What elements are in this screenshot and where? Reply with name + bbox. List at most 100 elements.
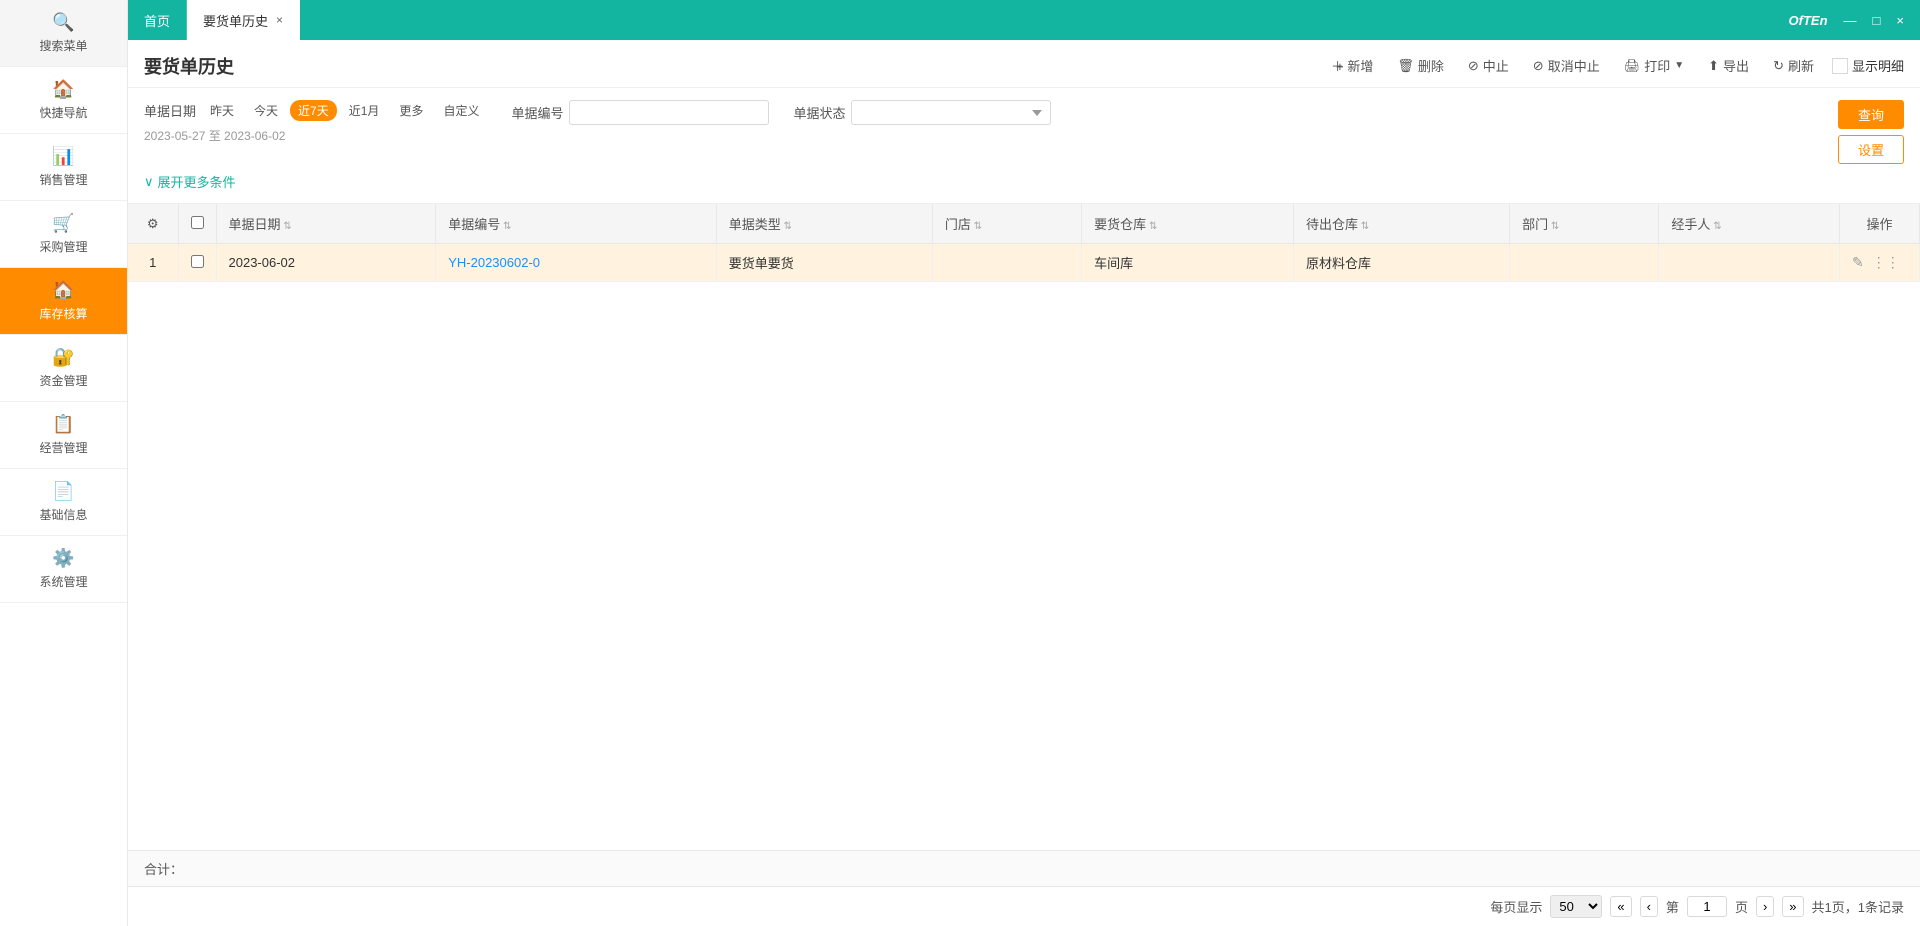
date-filter-item: 单据日期 昨天 今天 近7天 近1月 更多 自定义 [144,100,487,121]
sidebar-item-finance[interactable]: 🔐 资金管理 [0,335,127,402]
sidebar-item-sales[interactable]: 📊 销售管理 [0,134,127,201]
print-icon: 🖨 [1624,58,1641,74]
page-title: 要货单历史 [144,53,234,79]
search-icon: 🔍 [52,12,74,33]
date-filter-col: 单据日期 昨天 今天 近7天 近1月 更多 自定义 2023-05-27 至 2… [144,100,487,144]
sidebar-item-label: 系统管理 [39,573,87,590]
delete-icon: 🗑 [1397,58,1414,74]
col-department[interactable]: 部门 [1510,204,1659,244]
delete-button[interactable]: 🗑 删除 [1391,52,1450,79]
chip-more[interactable]: 更多 [391,100,431,121]
row-checkbox[interactable] [191,255,204,268]
sidebar: 🔍 搜索菜单 🏠 快捷导航 📊 销售管理 🛒 采购管理 🏠 库存核算 🔐 资金管… [0,0,128,926]
expand-label: 展开更多条件 [158,172,236,191]
footer-summary: 合计： [128,850,1920,886]
expand-more[interactable]: ∨ 展开更多条件 [144,172,1904,191]
page-input[interactable] [1687,896,1727,917]
cancel-stop-label: 取消中止 [1548,56,1600,75]
date-range-text: 2023-05-27 至 2023-06-02 [144,127,487,144]
first-page-button[interactable]: « [1610,896,1631,917]
more-icon[interactable]: ⋮⋮ [1872,254,1900,271]
print-dropdown-icon[interactable]: ▼ [1674,60,1684,71]
table-row: 1 2023-06-02 YH-20230602-0 要货单要货 车间库 原材料… [128,244,1920,282]
window-minimize[interactable]: — [1844,13,1857,28]
cart-icon: 🛒 [52,213,74,234]
cancel-stop-button[interactable]: ⊘ 取消中止 [1527,52,1606,79]
chip-today[interactable]: 今天 [246,100,286,121]
sidebar-item-inventory[interactable]: 🏠 库存核算 [0,268,127,335]
tab-active[interactable]: 要货单历史 × [187,0,300,40]
col-req-warehouse[interactable]: 要货仓库 [1082,204,1294,244]
lock-icon: 🔐 [52,347,74,368]
col-operation: 操作 [1840,204,1920,244]
tab-active-label: 要货单历史 [203,11,268,30]
query-button[interactable]: 查询 [1838,100,1904,129]
tab-close-icon[interactable]: × [276,13,283,27]
chip-7days[interactable]: 近7天 [290,100,337,121]
per-page-label: 每页显示 [1490,897,1542,916]
prev-page-button[interactable]: ‹ [1640,896,1658,917]
export-icon: ⬆ [1708,58,1719,74]
doc-no-input[interactable] [569,100,769,125]
sidebar-item-label: 采购管理 [39,238,87,255]
cancel-stop-icon: ⊘ [1533,58,1544,74]
col-doc-type[interactable]: 单据类型 [716,204,932,244]
row-store [932,244,1081,282]
edit-icon[interactable]: ✎ [1852,254,1864,271]
chip-1month[interactable]: 近1月 [341,100,388,121]
col-doc-no[interactable]: 单据编号 [436,204,716,244]
col-doc-date[interactable]: 单据日期 [216,204,436,244]
refresh-button[interactable]: ↻ 刷新 [1767,52,1820,79]
gear-icon: ⚙️ [52,548,74,569]
sidebar-item-label: 基础信息 [39,506,87,523]
row-pending-warehouse: 原材料仓库 [1293,244,1509,282]
col-store[interactable]: 门店 [932,204,1081,244]
stop-label: 中止 [1483,56,1509,75]
chip-yesterday[interactable]: 昨天 [202,100,242,121]
row-doc-type: 要货单要货 [716,244,932,282]
page-suffix: 页 [1735,897,1748,916]
doc-no-link[interactable]: YH-20230602-0 [448,255,540,270]
toolbar: ＋ + 新增 🗑 删除 ⊘ 中止 ⊘ 取消中止 🖨 打印 [1325,52,1904,79]
brand-label: OfTEn [1789,13,1828,28]
row-handler [1659,244,1840,282]
print-button[interactable]: 🖨 打印 ▼ [1618,52,1690,79]
export-button[interactable]: ⬆ 导出 [1702,52,1755,79]
doc-no-filter: 单据编号 [511,100,769,125]
sidebar-item-search[interactable]: 🔍 搜索菜单 [0,0,127,67]
display-detail-toggle[interactable]: 显示明细 [1832,56,1904,75]
toggle-box[interactable] [1832,58,1848,74]
action-icons: ✎ ⋮⋮ [1852,254,1907,271]
per-page-select[interactable]: 50 10 20 100 [1550,895,1602,918]
col-pending-warehouse[interactable]: 待出仓库 [1293,204,1509,244]
window-close[interactable]: × [1896,13,1904,28]
tab-home[interactable]: 首页 [128,0,187,40]
doc-status-select[interactable] [851,100,1051,125]
col-handler[interactable]: 经手人 [1659,204,1840,244]
select-all-checkbox[interactable] [191,216,204,229]
setting-button[interactable]: 设置 [1838,135,1904,164]
chevron-down-icon: ∨ [144,174,154,190]
last-page-button[interactable]: » [1782,896,1803,917]
table-header-row: ⚙ 单据日期 单据编号 单据类型 门店 要货仓库 待出仓库 部门 经手人 操作 [128,204,1920,244]
sidebar-item-basic-info[interactable]: 📄 基础信息 [0,469,127,536]
sidebar-item-label: 库存核算 [39,305,87,322]
sidebar-item-system[interactable]: ⚙️ 系统管理 [0,536,127,603]
filter-group: 单据日期 昨天 今天 近7天 近1月 更多 自定义 2023-05-27 至 2… [144,100,1904,164]
stop-button[interactable]: ⊘ 中止 [1462,52,1515,79]
doc-status-label: 单据状态 [793,103,845,122]
tab-home-label: 首页 [144,11,170,30]
doc-status-filter: 单据状态 [793,100,1051,125]
window-maximize[interactable]: □ [1873,13,1881,28]
new-label: + 新增 [1336,56,1373,75]
new-button[interactable]: ＋ + 新增 [1325,52,1379,79]
chip-custom[interactable]: 自定义 [435,100,487,121]
sidebar-item-operation[interactable]: 📋 经营管理 [0,402,127,469]
inventory-icon: 🏠 [52,280,74,301]
row-num: 1 [128,244,178,282]
next-page-button[interactable]: › [1756,896,1774,917]
sidebar-item-purchase[interactable]: 🛒 采购管理 [0,201,127,268]
sidebar-item-quick-nav[interactable]: 🏠 快捷导航 [0,67,127,134]
col-settings[interactable]: ⚙ [128,204,178,244]
filter-actions: 查询 设置 [1838,100,1904,164]
